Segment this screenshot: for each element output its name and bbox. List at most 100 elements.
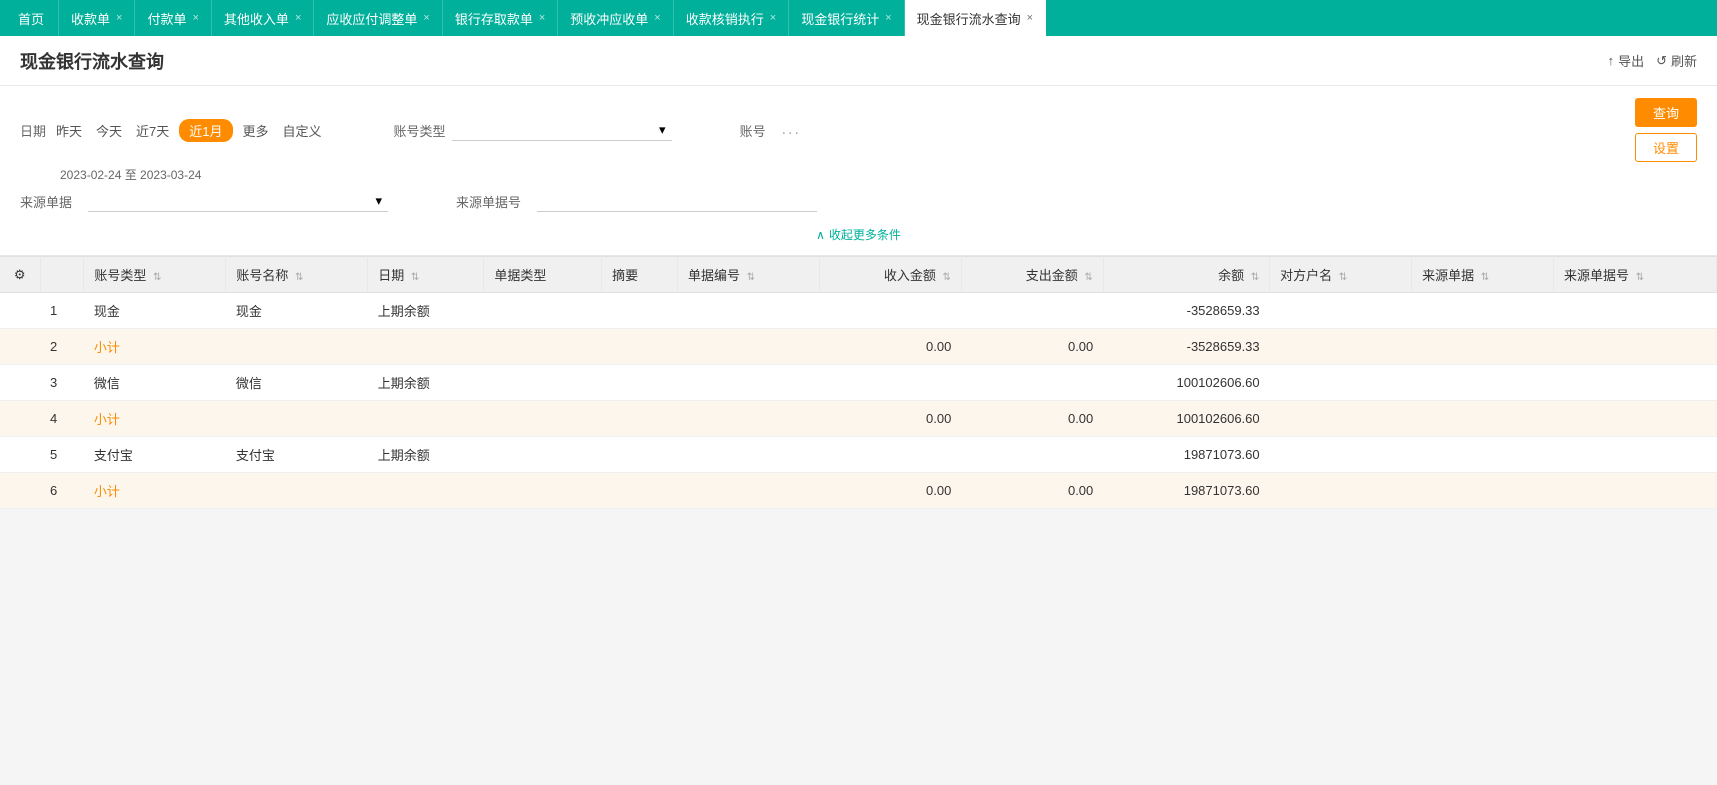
table-cell bbox=[1270, 473, 1412, 509]
nav-tab-cash-bank-stat[interactable]: 现金银行统计 × bbox=[789, 0, 904, 36]
nav-tab-cash-bank-flow[interactable]: 现金银行流水查询 × bbox=[905, 0, 1046, 36]
table-cell bbox=[1270, 401, 1412, 437]
table-cell bbox=[677, 401, 819, 437]
close-prepay-icon[interactable]: × bbox=[654, 12, 660, 24]
col-summary: 摘要 bbox=[602, 257, 678, 293]
refresh-label: 刷新 bbox=[1671, 51, 1697, 70]
export-button[interactable]: ↑ 导出 bbox=[1608, 51, 1645, 70]
table-cell bbox=[1554, 473, 1717, 509]
col-source-doc-no[interactable]: 来源单据号 ⇅ bbox=[1554, 257, 1717, 293]
data-table: ⚙ 账号类型 ⇅ 账号名称 ⇅ 日期 ⇅ 单据类型 摘要 单据编号 ⇅ 收入金额… bbox=[0, 256, 1717, 509]
table-cell bbox=[819, 437, 961, 473]
date-label: 日期 bbox=[20, 121, 46, 140]
table-row: 1现金现金上期余额-3528659.33 bbox=[0, 293, 1717, 329]
table-cell bbox=[0, 293, 40, 329]
table-cell bbox=[1412, 437, 1554, 473]
source-doc-dropdown-icon: ▾ bbox=[375, 193, 382, 209]
col-doc-no[interactable]: 单据编号 ⇅ bbox=[677, 257, 819, 293]
nav-tab-bank-deposit[interactable]: 银行存取款单 × bbox=[443, 0, 558, 36]
account-ellipsis[interactable]: ... bbox=[782, 121, 801, 139]
col-account-type[interactable]: 账号类型 ⇅ bbox=[84, 257, 226, 293]
refresh-button[interactable]: ↺ 刷新 bbox=[1656, 51, 1697, 70]
date-btn-yesterday[interactable]: 昨天 bbox=[52, 119, 86, 142]
nav-tab-home[interactable]: 首页 bbox=[4, 0, 59, 36]
table-cell: 支付宝 bbox=[226, 437, 368, 473]
close-cash-bank-flow-icon[interactable]: × bbox=[1027, 12, 1033, 24]
query-button[interactable]: 查询 bbox=[1635, 98, 1697, 127]
close-other-income-icon[interactable]: × bbox=[295, 12, 301, 24]
table-cell bbox=[1554, 329, 1717, 365]
col-source-doc[interactable]: 来源单据 ⇅ bbox=[1412, 257, 1554, 293]
table-cell bbox=[1270, 329, 1412, 365]
table-cell bbox=[0, 437, 40, 473]
nav-tab-other-income[interactable]: 其他收入单 × bbox=[212, 0, 314, 36]
table-row: 5支付宝支付宝上期余额19871073.60 bbox=[0, 437, 1717, 473]
nav-tab-receipt[interactable]: 收款单 × bbox=[59, 0, 135, 36]
collapse-bar: ∧ 收起更多条件 bbox=[20, 222, 1697, 243]
nav-tab-prepay[interactable]: 预收冲应收单 × bbox=[558, 0, 673, 36]
table-cell: 0.00 bbox=[819, 329, 961, 365]
table-cell: 3 bbox=[40, 365, 84, 401]
date-btn-1month[interactable]: 近1月 bbox=[179, 119, 232, 142]
collapse-button[interactable]: ∧ 收起更多条件 bbox=[816, 226, 901, 243]
table-header-row: ⚙ 账号类型 ⇅ 账号名称 ⇅ 日期 ⇅ 单据类型 摘要 单据编号 ⇅ 收入金额… bbox=[0, 257, 1717, 293]
table-cell bbox=[1412, 365, 1554, 401]
table-cell bbox=[368, 401, 484, 437]
col-gear[interactable]: ⚙ bbox=[0, 257, 40, 293]
date-btn-7days[interactable]: 近7天 bbox=[132, 119, 173, 142]
close-ar-adjust-icon[interactable]: × bbox=[423, 12, 429, 24]
close-collect-exec-icon[interactable]: × bbox=[770, 12, 776, 24]
table-cell bbox=[484, 329, 602, 365]
table-cell bbox=[961, 437, 1103, 473]
nav-tab-cash-bank-stat-label: 现金银行统计 bbox=[801, 9, 879, 28]
date-btn-today[interactable]: 今天 bbox=[92, 119, 126, 142]
nav-tab-payment[interactable]: 付款单 × bbox=[135, 0, 211, 36]
col-expense[interactable]: 支出金额 ⇅ bbox=[961, 257, 1103, 293]
col-income[interactable]: 收入金额 ⇅ bbox=[819, 257, 961, 293]
table-cell bbox=[819, 365, 961, 401]
table-cell: 2 bbox=[40, 329, 84, 365]
account-type-select[interactable]: ▾ bbox=[452, 120, 672, 141]
source-doc-filter-group: 来源单据 ▾ bbox=[20, 191, 388, 212]
table-cell bbox=[677, 329, 819, 365]
col-account-name[interactable]: 账号名称 ⇅ bbox=[226, 257, 368, 293]
date-shortcuts: 昨天 今天 近7天 近1月 更多 自定义 bbox=[52, 119, 326, 142]
date-btn-more[interactable]: 更多 bbox=[239, 119, 273, 142]
table-cell: 4 bbox=[40, 401, 84, 437]
table-cell: 现金 bbox=[84, 293, 226, 329]
nav-tab-home-label: 首页 bbox=[18, 9, 44, 28]
table-cell: 0.00 bbox=[819, 473, 961, 509]
col-counterparty[interactable]: 对方户名 ⇅ bbox=[1270, 257, 1412, 293]
source-doc-select[interactable]: ▾ bbox=[88, 191, 388, 212]
table-cell bbox=[677, 473, 819, 509]
table-cell bbox=[677, 437, 819, 473]
refresh-icon: ↺ bbox=[1656, 53, 1667, 69]
table-cell: 19871073.60 bbox=[1103, 437, 1269, 473]
table-cell bbox=[1412, 293, 1554, 329]
table-cell bbox=[0, 401, 40, 437]
source-doc-no-label: 来源单据号 bbox=[456, 192, 521, 211]
nav-tab-ar-adjust[interactable]: 应收应付调整单 × bbox=[314, 0, 442, 36]
close-bank-deposit-icon[interactable]: × bbox=[539, 12, 545, 24]
table-cell bbox=[0, 473, 40, 509]
source-doc-no-input[interactable] bbox=[537, 192, 817, 212]
source-doc-no-filter-group: 来源单据号 bbox=[456, 192, 817, 212]
settings-button[interactable]: 设置 bbox=[1635, 133, 1697, 162]
col-balance[interactable]: 余额 ⇅ bbox=[1103, 257, 1269, 293]
table-cell bbox=[0, 365, 40, 401]
nav-tab-collect-exec[interactable]: 收款核销执行 × bbox=[674, 0, 789, 36]
page-title: 现金银行流水查询 bbox=[20, 48, 164, 74]
table-cell bbox=[1412, 329, 1554, 365]
nav-tab-receipt-label: 收款单 bbox=[71, 9, 110, 28]
date-range-text: 2023-02-24 至 2023-03-24 bbox=[60, 168, 201, 182]
close-payment-icon[interactable]: × bbox=[192, 12, 198, 24]
date-btn-custom[interactable]: 自定义 bbox=[279, 119, 326, 142]
close-cash-bank-stat-icon[interactable]: × bbox=[885, 12, 891, 24]
table-cell bbox=[226, 401, 368, 437]
filter-row-1: 日期 昨天 今天 近7天 近1月 更多 自定义 账号类型 ▾ 账号 ... bbox=[20, 98, 1697, 162]
col-seq bbox=[40, 257, 84, 293]
col-date[interactable]: 日期 ⇅ bbox=[368, 257, 484, 293]
table-cell bbox=[1270, 293, 1412, 329]
close-receipt-icon[interactable]: × bbox=[116, 12, 122, 24]
table-cell bbox=[1554, 365, 1717, 401]
